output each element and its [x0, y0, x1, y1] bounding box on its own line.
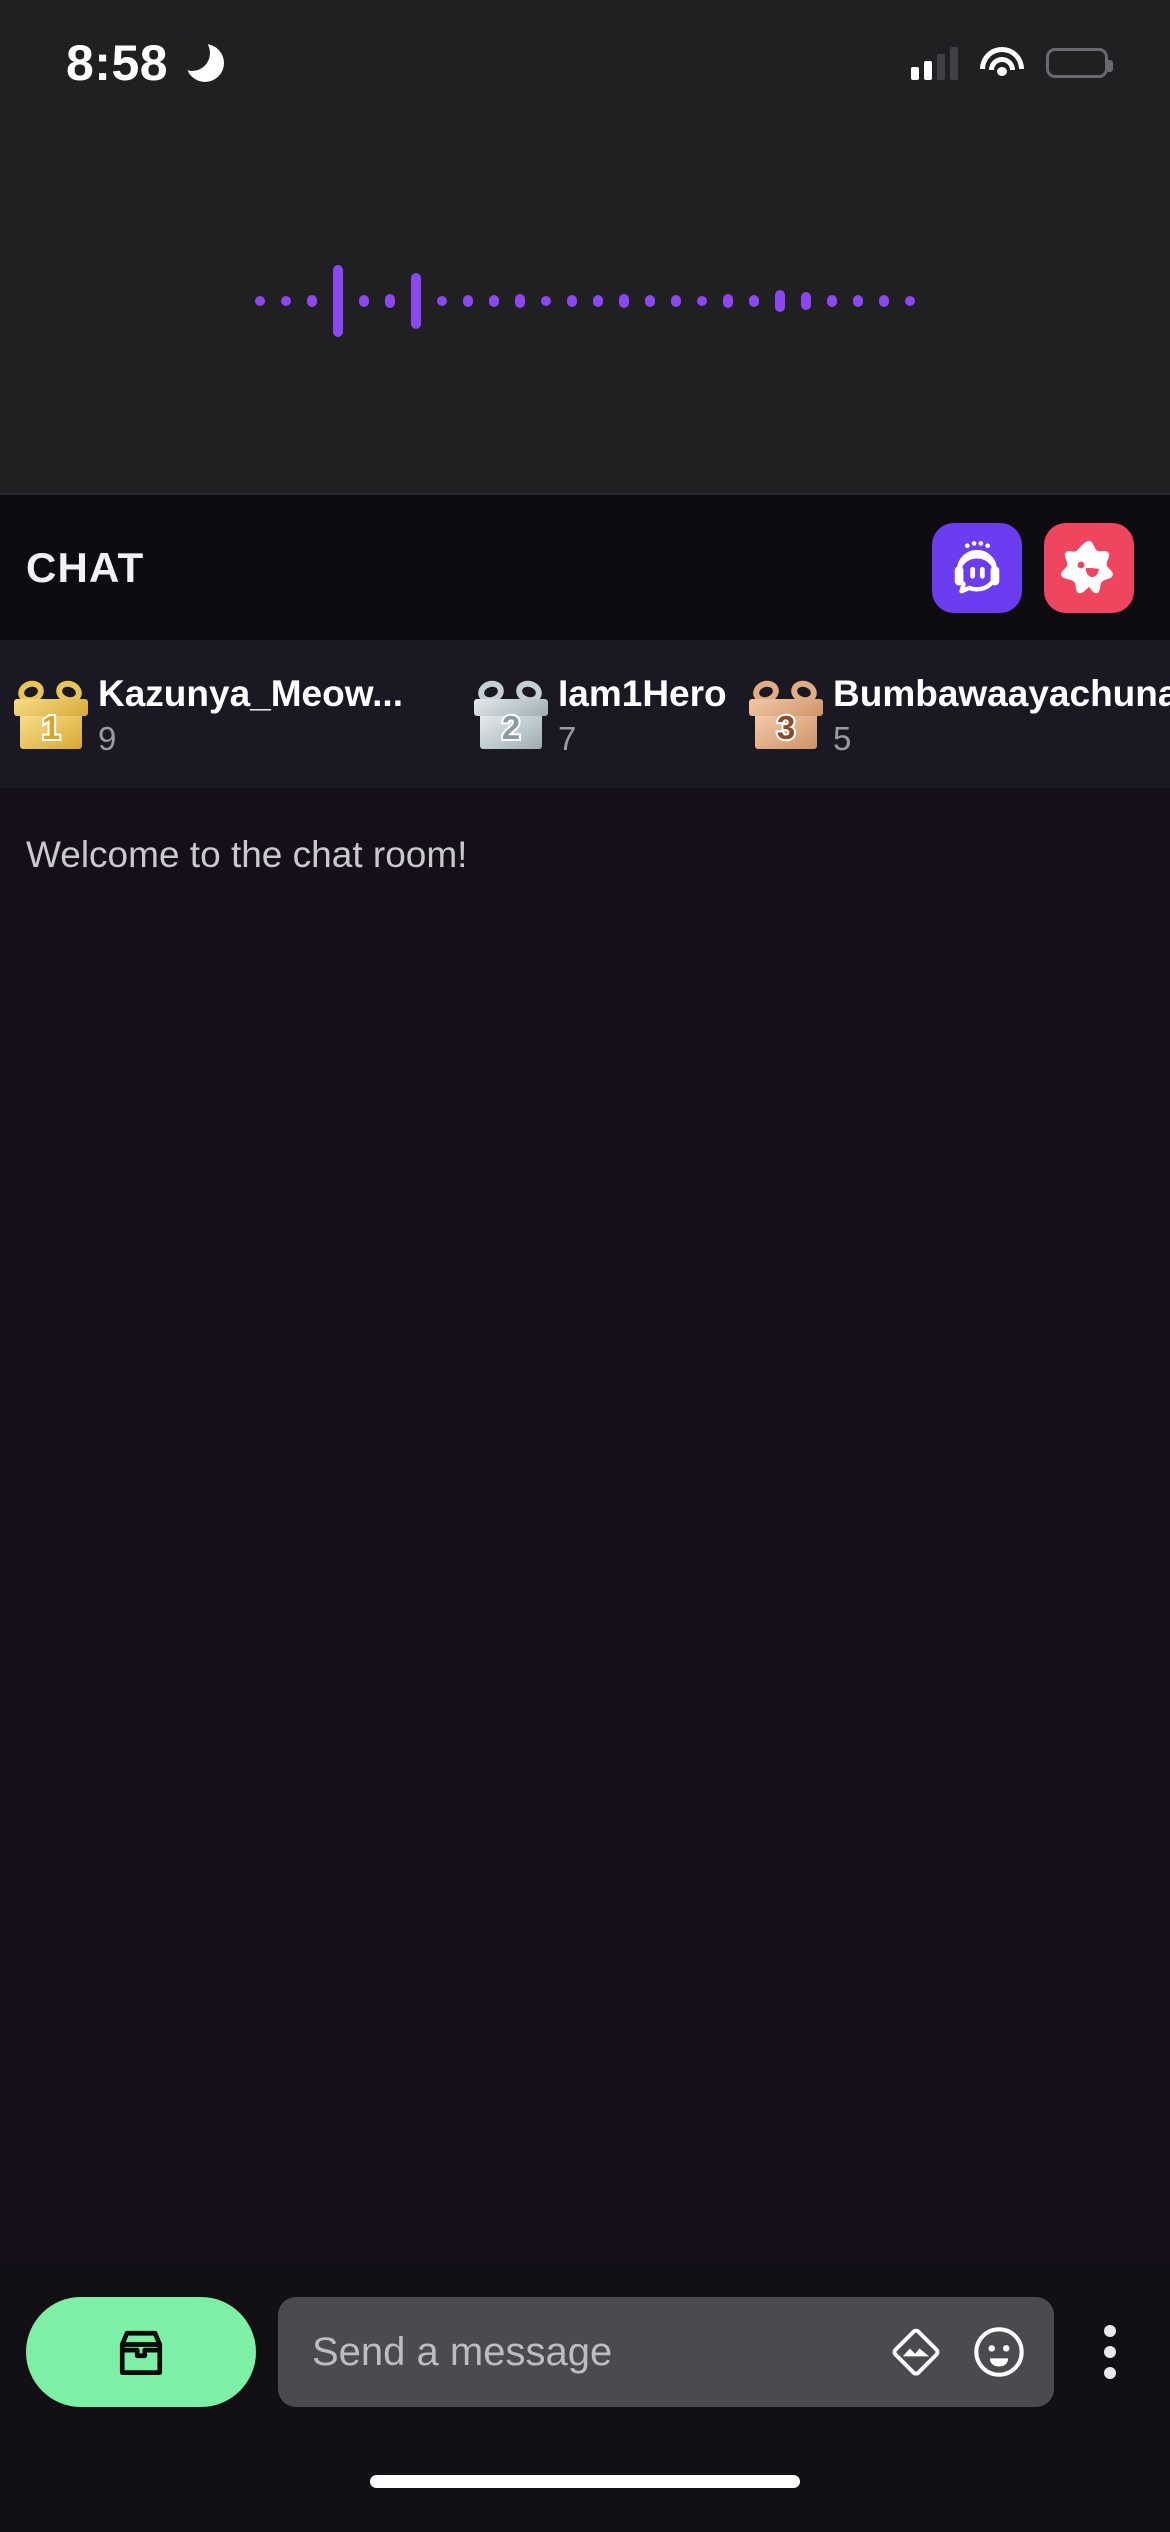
- rank-number: 3: [775, 709, 797, 746]
- waveform-bar: [645, 294, 655, 307]
- audio-waveform: [247, 261, 923, 341]
- emoji-picker-icon[interactable]: [970, 2323, 1028, 2381]
- waveform-bar: [853, 294, 863, 307]
- waveform-bar: [697, 295, 707, 306]
- home-indicator[interactable]: [370, 2474, 800, 2488]
- gold-gift-box-icon: 1: [14, 677, 88, 749]
- message-composer: [0, 2264, 1170, 2440]
- gift-box-button[interactable]: [26, 2297, 256, 2407]
- message-input[interactable]: [312, 2329, 862, 2375]
- waveform-bar: [905, 295, 915, 306]
- waveform-bar: [333, 264, 343, 337]
- waveform-bar: [723, 293, 733, 308]
- cellular-signal-icon: [911, 46, 958, 80]
- silver-gift-box-icon: 2: [474, 677, 548, 749]
- wifi-icon: [980, 46, 1024, 80]
- message-list[interactable]: Welcome to the chat room!: [0, 788, 1170, 2264]
- waveform-bar: [359, 294, 369, 307]
- waveform-bar: [385, 293, 395, 308]
- status-bar: 8:58: [0, 0, 1170, 108]
- more-options-icon[interactable]: [1076, 2297, 1144, 2407]
- waveform-bar: [619, 293, 629, 308]
- voice-chat-app-icon[interactable]: [932, 522, 1022, 613]
- crescent-moon-icon: [174, 35, 225, 82]
- waveform-bar: [307, 294, 317, 307]
- leaderboard-entry-text: Kazunya_Meow... 9: [98, 673, 403, 755]
- rank-number: 2: [500, 709, 522, 746]
- waveform-bar: [463, 294, 473, 307]
- status-bar-left: 8:58: [66, 34, 225, 92]
- page-title: CHAT: [26, 543, 145, 591]
- waveform-bar: [801, 291, 811, 310]
- waveform-bar: [567, 294, 577, 307]
- waveform-bar: [541, 295, 551, 306]
- bronze-gift-box-icon: 3: [749, 677, 823, 749]
- home-indicator-area: [0, 2440, 1170, 2532]
- status-bar-right: [911, 46, 1113, 80]
- star-face-app-icon[interactable]: [1044, 522, 1134, 613]
- leaderboard-username: Bumbawaayachuna: [833, 673, 1170, 714]
- waveform-bar: [827, 294, 837, 307]
- leaderboard-username: Kazunya_Meow...: [98, 673, 403, 714]
- waveform-bar: [775, 289, 785, 312]
- waveform-bar: [671, 294, 681, 307]
- chat-header: CHAT: [0, 493, 1170, 640]
- leaderboard-score: 9: [98, 720, 117, 757]
- gift-leaderboard[interactable]: 1 Kazunya_Meow... 9 2 Iam1Hero 7 3 Bumba…: [0, 640, 1170, 788]
- waveform-bar: [515, 293, 525, 308]
- status-time: 8:58: [66, 35, 169, 91]
- leaderboard-entry[interactable]: 2 Iam1Hero 7: [474, 673, 749, 755]
- rank-number: 1: [40, 709, 62, 746]
- waveform-bar: [489, 294, 499, 307]
- leaderboard-entry[interactable]: 3 Bumbawaayachuna 5: [749, 673, 1170, 755]
- message-input-wrapper[interactable]: [278, 2297, 1054, 2407]
- phone-screen: 8:58 CHAT 1 Kazunya_Meow... 9 2 Iam1Hero…: [0, 0, 1170, 2532]
- leaderboard-entry-text: Bumbawaayachuna 5: [833, 673, 1170, 755]
- battery-icon: [1046, 48, 1113, 78]
- waveform-bar: [411, 272, 421, 329]
- voice-room-panel[interactable]: [0, 108, 1170, 493]
- image-picker-icon[interactable]: [888, 2324, 944, 2380]
- waveform-bar: [749, 294, 759, 307]
- waveform-bar: [437, 295, 447, 306]
- waveform-bar: [879, 294, 889, 307]
- waveform-bar: [255, 295, 265, 306]
- leaderboard-entry-text: Iam1Hero 7: [558, 673, 727, 755]
- waveform-bar: [281, 295, 291, 306]
- leaderboard-entry[interactable]: 1 Kazunya_Meow... 9: [14, 673, 474, 755]
- leaderboard-username: Iam1Hero: [558, 673, 727, 714]
- leaderboard-score: 5: [833, 720, 852, 757]
- header-actions: [932, 522, 1134, 613]
- leaderboard-score: 7: [558, 720, 577, 757]
- waveform-bar: [593, 294, 603, 307]
- system-message: Welcome to the chat room!: [26, 834, 468, 875]
